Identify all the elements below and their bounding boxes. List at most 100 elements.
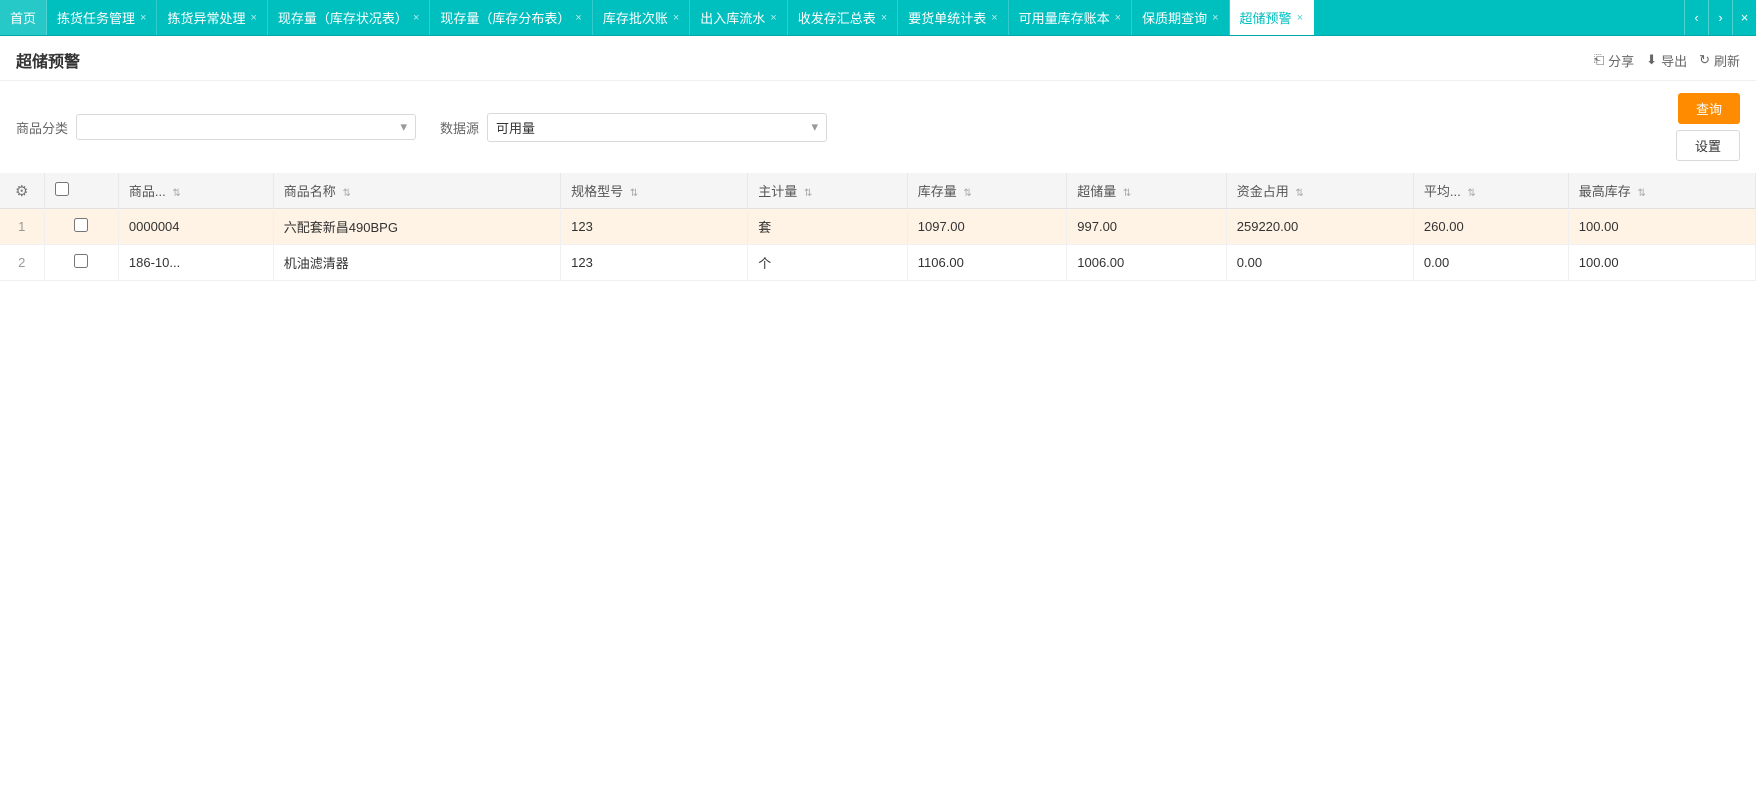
nav-prev-arrow[interactable]: ‹ [1684,0,1708,35]
export-label: 导出 [1661,51,1687,70]
col-overstock-label: 超储量 [1077,184,1116,199]
col-overstock[interactable]: 超储量 ⇅ [1067,173,1227,209]
col-product-code[interactable]: 商品... ⇅ [118,173,273,209]
export-button[interactable]: ⬇ 导出 [1646,51,1687,70]
select-all-checkbox[interactable] [55,182,69,196]
cell-spec: 123 [561,245,748,281]
cell-capital: 259220.00 [1226,209,1413,245]
nav-collect[interactable]: 收发存汇总表 × [788,0,898,35]
nav-arrows: ‹ › × [1684,0,1756,35]
close-icon[interactable]: × [770,12,776,24]
col-checkbox[interactable] [44,173,118,209]
close-icon[interactable]: × [673,12,679,24]
datasource-select[interactable]: 可用量 ▾ [487,113,827,142]
col-product-name-label: 商品名称 [284,184,336,199]
share-icon: ⎗ [1594,52,1604,68]
nav-in-out-label: 出入库流水 [700,8,765,27]
cell-capital: 0.00 [1226,245,1413,281]
col-max-stock[interactable]: 最高库存 ⇅ [1568,173,1755,209]
cell-stock: 1106.00 [907,245,1067,281]
category-filter: 商品分类 ▾ [16,114,416,140]
refresh-button[interactable]: ↻ 刷新 [1699,51,1740,70]
cell-product-code: 186-10... [118,245,273,281]
nav-usable-account[interactable]: 可用量库存账本 × [1009,0,1132,35]
close-icon[interactable]: × [1297,12,1303,24]
close-icon[interactable]: × [881,12,887,24]
set-button[interactable]: 设置 [1676,130,1740,161]
close-icon[interactable]: × [140,12,146,24]
query-button[interactable]: 查询 [1678,93,1740,124]
cell-avg: 260.00 [1413,209,1568,245]
nav-collect-label: 收发存汇总表 [798,8,876,27]
close-icon[interactable]: × [575,12,581,24]
top-navigation: 首页 拣货任务管理 × 拣货异常处理 × 现存量（库存状况表） × 现存量（库存… [0,0,1756,36]
datasource-filter: 数据源 可用量 ▾ [440,113,827,142]
col-product-code-label: 商品... [129,184,166,199]
nav-task-mgmt-label: 拣货任务管理 [57,8,135,27]
refresh-icon: ↻ [1699,52,1710,68]
col-capital-label: 资金占用 [1237,184,1289,199]
row-checkbox[interactable] [74,218,88,232]
nav-order-stats-label: 要货单统计表 [908,8,986,27]
close-icon[interactable]: × [1115,12,1121,24]
nav-overstock-alert[interactable]: 超储预警 × [1230,0,1314,35]
overstock-table: ⚙ 商品... ⇅ 商品名称 ⇅ 规格型号 ⇅ [0,173,1756,281]
cell-avg: 0.00 [1413,245,1568,281]
cell-unit: 套 [748,209,908,245]
nav-overstock-alert-label: 超储预警 [1240,8,1292,27]
nav-quality-check[interactable]: 保质期查询 × [1132,0,1229,35]
cell-overstock: 997.00 [1067,209,1227,245]
table-header-row: ⚙ 商品... ⇅ 商品名称 ⇅ 规格型号 ⇅ [0,173,1756,209]
nav-batch-label: 库存批次账 [603,8,668,27]
nav-quality-check-label: 保质期查询 [1142,8,1207,27]
close-icon[interactable]: × [1212,12,1218,24]
col-max-stock-label: 最高库存 [1579,184,1631,199]
datasource-value: 可用量 [496,118,535,137]
nav-order-stats[interactable]: 要货单统计表 × [898,0,1008,35]
settings-icon[interactable]: ⚙ [15,183,28,200]
cell-overstock: 1006.00 [1067,245,1227,281]
nav-abnormal[interactable]: 拣货异常处理 × [157,0,267,35]
datasource-label: 数据源 [440,118,479,137]
sort-icon: ⇅ [1295,188,1303,199]
close-icon[interactable]: × [413,12,419,24]
table-row: 2186-10...机油滤清器123个1106.001006.000.000.0… [0,245,1756,281]
col-product-name[interactable]: 商品名称 ⇅ [273,173,560,209]
sort-icon: ⇅ [1123,188,1131,199]
close-icon[interactable]: × [250,12,256,24]
nav-task-mgmt[interactable]: 拣货任务管理 × [47,0,157,35]
col-avg-label: 平均... [1424,184,1461,199]
sort-icon: ⇅ [1467,188,1475,199]
sort-icon: ⇅ [1637,188,1645,199]
cell-checkbox[interactable] [44,245,118,281]
col-avg[interactable]: 平均... ⇅ [1413,173,1568,209]
sort-icon: ⇅ [963,188,971,199]
refresh-label: 刷新 [1714,51,1740,70]
nav-inventory-status-label: 现存量（库存状况表） [278,8,408,27]
nav-in-out[interactable]: 出入库流水 × [690,0,787,35]
nav-home[interactable]: 首页 [0,0,47,35]
table-row: 10000004六配套新昌490BPG123套1097.00997.002592… [0,209,1756,245]
page-title: 超储预警 [16,48,80,72]
page-header: 超储预警 ⎗ 分享 ⬇ 导出 ↻ 刷新 [0,36,1756,81]
col-capital[interactable]: 资金占用 ⇅ [1226,173,1413,209]
row-checkbox[interactable] [74,254,88,268]
cell-product-name: 机油滤清器 [273,245,560,281]
export-icon: ⬇ [1646,52,1657,68]
cell-product-code: 0000004 [118,209,273,245]
category-select[interactable]: ▾ [76,114,416,140]
cell-checkbox[interactable] [44,209,118,245]
col-stock[interactable]: 库存量 ⇅ [907,173,1067,209]
cell-no: 2 [0,245,44,281]
share-button[interactable]: ⎗ 分享 [1594,51,1634,70]
nav-inventory-dist[interactable]: 现存量（库存分布表） × [430,0,592,35]
nav-close-arrow[interactable]: × [1732,0,1756,35]
col-settings[interactable]: ⚙ [0,173,44,209]
col-spec[interactable]: 规格型号 ⇅ [561,173,748,209]
close-icon[interactable]: × [991,12,997,24]
nav-batch[interactable]: 库存批次账 × [593,0,690,35]
col-unit[interactable]: 主计量 ⇅ [748,173,908,209]
cell-product-name: 六配套新昌490BPG [273,209,560,245]
nav-inventory-status[interactable]: 现存量（库存状况表） × [268,0,430,35]
nav-next-arrow[interactable]: › [1708,0,1732,35]
